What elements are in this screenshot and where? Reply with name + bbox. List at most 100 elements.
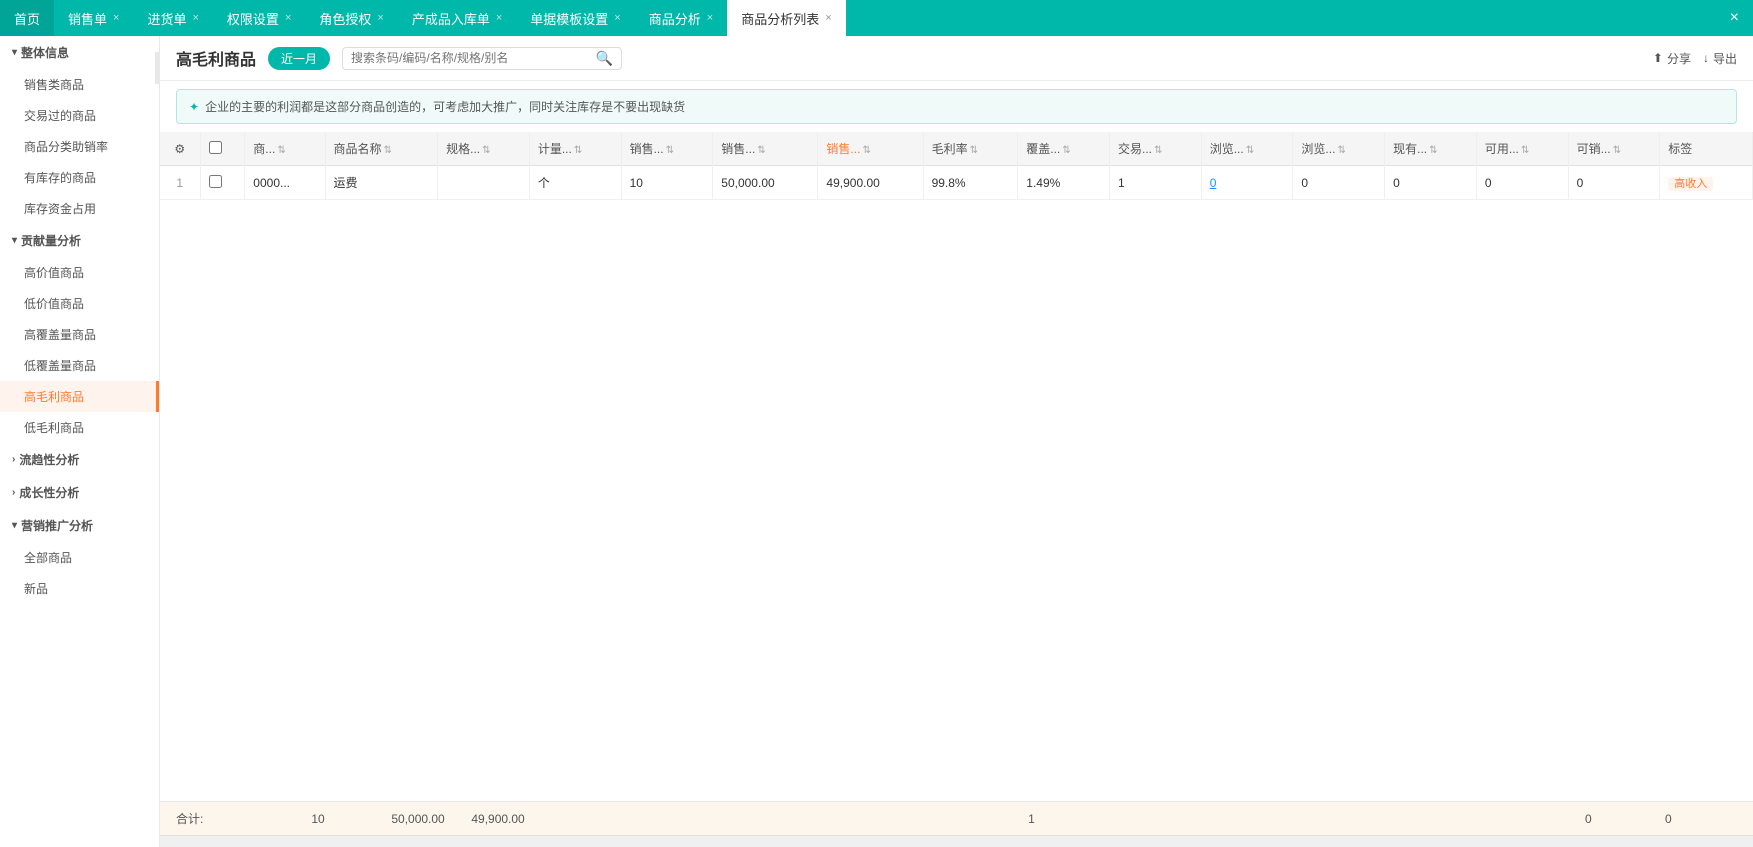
export-button[interactable]: ↓ 导出 [1703,50,1737,67]
col-gross-margin[interactable]: 毛利率⇅ [923,132,1018,166]
col-sales-qty[interactable]: 销售...⇅ [621,132,713,166]
row-sales-qty: 10 [621,166,713,200]
col-views1[interactable]: 浏览...⇅ [1201,132,1293,166]
col-sales-amount[interactable]: 销售...⇅ [713,132,818,166]
sidebar-item-in-stock-goods[interactable]: 有库存的商品 [0,162,159,193]
nav-product-analysis[interactable]: 商品分析 × [635,0,727,36]
row-unit: 个 [529,166,621,200]
info-banner: ✦ 企业的主要的利润都是这部分商品创造的，可考虑加大推广，同时关注库存是不要出现… [176,89,1737,124]
sidebar-item-low-value[interactable]: 低价值商品 [0,288,159,319]
footer-sales-profit: 49,900.00 [463,812,543,826]
row-name: 运费 [325,166,438,200]
col-transactions[interactable]: 交易...⇅ [1109,132,1201,166]
row-coverage: 1.49% [1018,166,1110,200]
close-sales-order[interactable]: × [113,12,119,24]
select-all-checkbox[interactable] [209,141,222,154]
nav-home[interactable]: 首页 [0,0,54,36]
col-sales-profit[interactable]: 销售...⇅ [818,132,923,166]
arrow-down-icon-3: ▾ [12,520,17,531]
col-coverage[interactable]: 覆盖...⇅ [1018,132,1110,166]
col-unit[interactable]: 计量...⇅ [529,132,621,166]
info-icon: ✦ [189,100,199,114]
sidebar-group-marketing[interactable]: ▾ 营销推广分析 [0,509,159,542]
nav-role-auth[interactable]: 角色授权 × [305,0,397,36]
sidebar-group-overall[interactable]: ▾ 整体信息 [0,36,159,69]
table-scroll-container[interactable]: ⚙ 商...⇅ 商品名称⇅ 规格...⇅ 计量...⇅ 销售...⇅ 销售...… [160,132,1753,801]
nav-permissions[interactable]: 权限设置 × [213,0,305,36]
footer-sales-amount: 50,000.00 [383,812,463,826]
nav-sales-order[interactable]: 销售单 × [54,0,133,36]
filter-recent-month[interactable]: 近一月 [268,47,330,70]
footer-transactions: 1 [1020,812,1100,826]
row-sales-profit: 49,900.00 [818,166,923,200]
sidebar-group-growth[interactable]: › 成长性分析 [0,476,159,509]
sidebar-collapse-button[interactable]: « [155,52,160,84]
content-area: 高毛利商品 近一月 🔍 ⬆ 分享 ↓ 导出 ✦ 企业的主要的利润都是这部分商品创… [160,36,1753,847]
row-available-stock: 0 [1476,166,1568,200]
sidebar-item-traded-goods[interactable]: 交易过的商品 [0,100,159,131]
sidebar-group-trend[interactable]: › 流趋性分析 [0,443,159,476]
table-row: 1 0000... 运费 个 10 50,000.00 49,900.00 99… [160,166,1753,200]
product-table: ⚙ 商...⇅ 商品名称⇅ 规格...⇅ 计量...⇅ 销售...⇅ 销售...… [160,132,1753,200]
close-template-settings[interactable]: × [614,12,620,24]
row-views1[interactable]: 0 [1201,166,1293,200]
search-input[interactable] [351,51,596,65]
search-icon[interactable]: 🔍 [596,50,613,67]
footer-label: 合计: [176,810,203,827]
col-available-stock[interactable]: 可用...⇅ [1476,132,1568,166]
nav-template-settings[interactable]: 单据模板设置 × [516,0,634,36]
row-saleable-stock: 0 [1568,166,1660,200]
sidebar-item-high-margin[interactable]: 高毛利商品 [0,381,159,412]
row-current-stock: 0 [1385,166,1477,200]
row-transactions: 1 [1109,166,1201,200]
export-icon: ↓ [1703,51,1709,65]
close-product-analysis-list[interactable]: × [825,12,831,24]
col-settings[interactable]: ⚙ [160,132,200,166]
col-spec[interactable]: 规格...⇅ [438,132,530,166]
nav-product-analysis-list[interactable]: 商品分析列表 × [727,0,845,36]
share-button[interactable]: ⬆ 分享 [1653,50,1691,67]
col-checkbox[interactable] [200,132,245,166]
col-saleable-stock[interactable]: 可销...⇅ [1568,132,1660,166]
col-current-stock[interactable]: 现有...⇅ [1385,132,1477,166]
share-icon: ⬆ [1653,51,1663,65]
nav-product-inbound[interactable]: 产成品入库单 × [398,0,516,36]
close-product-inbound[interactable]: × [496,12,502,24]
row-gross-margin: 99.8% [923,166,1018,200]
sidebar-item-sales-goods[interactable]: 销售类商品 [0,69,159,100]
row-spec [438,166,530,200]
footer-cells: 10 50,000.00 49,900.00 1 0 0 [223,812,1737,826]
horizontal-scrollbar[interactable] [160,835,1753,847]
footer-current-stock: 0 [1577,812,1657,826]
close-all-tabs[interactable]: × [1716,9,1753,27]
footer-sales-qty-val: 10 [303,812,383,826]
footer-available-stock: 0 [1657,812,1737,826]
sidebar-item-high-value[interactable]: 高价值商品 [0,257,159,288]
sidebar-group-contribution[interactable]: ▾ 贡献量分析 [0,224,159,257]
close-permissions[interactable]: × [285,12,291,24]
col-code[interactable]: 商...⇅ [245,132,325,166]
search-box: 🔍 [342,47,622,70]
arrow-down-icon: ▾ [12,47,17,58]
row-checkbox[interactable] [200,166,245,200]
sidebar-item-high-coverage[interactable]: 高覆盖量商品 [0,319,159,350]
sidebar-item-all-goods[interactable]: 全部商品 [0,542,159,573]
nav-purchase-order[interactable]: 进货单 × [133,0,212,36]
row-index: 1 [160,166,200,200]
row-views2: 0 [1293,166,1385,200]
sidebar-item-low-coverage[interactable]: 低覆盖量商品 [0,350,159,381]
sidebar-item-low-margin[interactable]: 低毛利商品 [0,412,159,443]
sidebar-item-new-goods[interactable]: 新品 [0,573,159,604]
row-tag: 高收入 [1660,166,1753,200]
close-role-auth[interactable]: × [377,12,383,24]
close-product-analysis[interactable]: × [707,12,713,24]
col-name[interactable]: 商品名称⇅ [325,132,438,166]
col-views2[interactable]: 浏览...⇅ [1293,132,1385,166]
arrow-down-icon-2: ▾ [12,235,17,246]
sidebar-item-stock-funds[interactable]: 库存资金占用 [0,193,159,224]
col-tag[interactable]: 标签 [1660,132,1753,166]
arrow-right-icon-2: › [12,487,15,498]
close-purchase-order[interactable]: × [192,12,198,24]
row-sales-amount: 50,000.00 [713,166,818,200]
sidebar-item-category-rate[interactable]: 商品分类助销率 [0,131,159,162]
